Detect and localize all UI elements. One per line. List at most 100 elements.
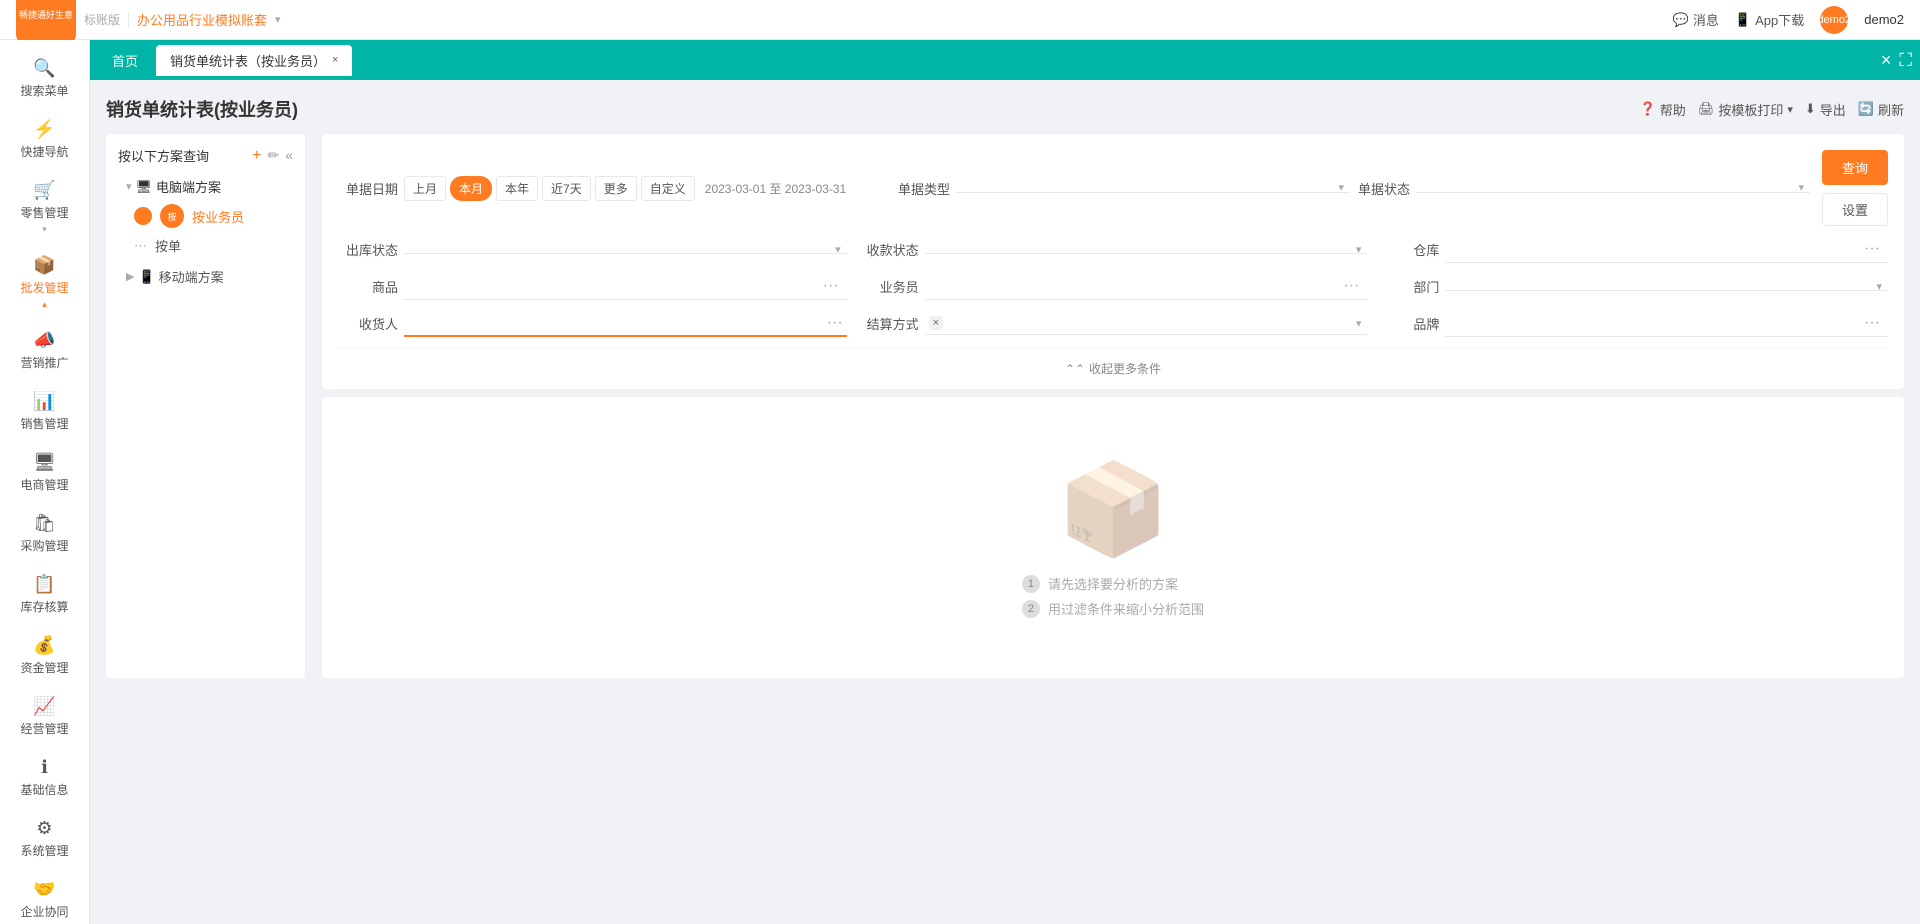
tab-home[interactable]: 首页 (98, 45, 152, 76)
sidebar-item-system[interactable]: ⚙ 系统管理 (0, 808, 89, 869)
date-btn-custom[interactable]: 自定义 (641, 176, 695, 201)
refresh-button[interactable]: 🔄 刷新 (1858, 100, 1904, 119)
tree-child-by-staff[interactable]: 按 按业务员 (118, 200, 285, 232)
settlement-select[interactable]: × ▾ (925, 312, 1368, 335)
help-icon: ❓ (1640, 101, 1656, 117)
collapse-button[interactable]: ⌃⌃ 收起更多条件 (1065, 356, 1161, 381)
doc-status-select[interactable]: ▾ (1416, 184, 1810, 193)
filter-row-1: 单据日期 上月 本月 本年 近7天 更多 自定义 (338, 150, 1888, 226)
scheme-collapse-button[interactable]: « (285, 147, 293, 165)
date-filter: 单据日期 上月 本月 本年 近7天 更多 自定义 (338, 176, 890, 201)
brand-dots[interactable]: ··· (1864, 314, 1880, 332)
dept-filter: 部门 ▾ (1379, 277, 1888, 296)
sidebar-item-finance[interactable]: 💰 资金管理 (0, 625, 89, 686)
doc-type-label: 单据类型 (890, 179, 950, 198)
print-dropdown-icon[interactable]: ▾ (1787, 103, 1793, 116)
sidebar-item-ecommerce[interactable]: 🖥 电商管理 (0, 442, 89, 503)
date-label: 单据日期 (338, 179, 398, 198)
sidebar-item-retail[interactable]: 🛒 零售管理 ▾ (0, 170, 89, 245)
sidebar-item-inventory[interactable]: 📋 库存核算 (0, 564, 89, 625)
tree-child-by-order[interactable]: ⋯ 按单 (118, 232, 285, 259)
content-area: 首页 销货单统计表（按业务员） × × ⛶ 销货单统计表(按业务员) (90, 40, 1920, 924)
sidebar-item-wholesale[interactable]: 📦 批发管理 ▴ (0, 245, 89, 320)
dept-select[interactable]: ▾ (1445, 282, 1888, 291)
app-download-icon: 📱 (1735, 12, 1751, 28)
staff-label: 业务员 (859, 277, 919, 296)
nav-dropdown-arrow[interactable]: ▾ (275, 13, 281, 26)
sidebar-search[interactable]: 🔍 搜索菜单 (0, 48, 89, 109)
receipt-status-select[interactable]: ▾ (925, 245, 1368, 254)
tab-active[interactable]: 销货单统计表（按业务员） × (156, 45, 352, 76)
settlement-label: 结算方式 (859, 314, 919, 333)
sidebar-item-basic[interactable]: ℹ 基础信息 (0, 747, 89, 808)
settlement-filter: 结算方式 × ▾ (859, 312, 1368, 335)
dept-label: 部门 (1379, 277, 1439, 296)
brand-filter: 品牌 ··· (1379, 310, 1888, 337)
scheme-tree: ▾ 🖥 电脑端方案 按 按业务员 ⋯ (118, 173, 293, 290)
main-panel: 按以下方案查询 + ✏ « ▾ 🖥 (106, 134, 1904, 678)
tab-bar-actions: × ⛶ (1881, 50, 1912, 71)
quick-nav-icon: ⚡ (33, 119, 55, 140)
receipt-status-label: 收款状态 (859, 240, 919, 259)
right-panel: 单据日期 上月 本月 本年 近7天 更多 自定义 (322, 134, 1904, 678)
scheme-edit-button[interactable]: ✏ (267, 147, 279, 165)
consignee-input[interactable]: ··· (404, 311, 847, 337)
tree-node-mobile[interactable]: ▶ 📱 移动端方案 (118, 263, 285, 290)
sidebar-quick-nav[interactable]: ⚡ 快捷导航 (0, 109, 89, 170)
sidebar-item-purchase[interactable]: 🛍 采购管理 (0, 503, 89, 564)
staff-filter: 业务员 ··· (859, 273, 1368, 300)
filter-section: 单据日期 上月 本月 本年 近7天 更多 自定义 (322, 134, 1904, 389)
out-status-select[interactable]: ▾ (404, 245, 847, 254)
product-dots[interactable]: ··· (823, 277, 839, 295)
warehouse-dots[interactable]: ··· (1864, 240, 1880, 258)
empty-state: 📦 1 请先选择要分析的方案 2 用过滤条件来缩小分析范围 (322, 397, 1904, 678)
app-logo: 畅捷通好生意 (16, 0, 76, 46)
date-btn-last-month[interactable]: 上月 (404, 176, 446, 201)
empty-icon: 📦 (1057, 457, 1169, 562)
mobile-scheme-icon: 📱 (138, 269, 154, 285)
doc-type-select[interactable]: ▾ (956, 184, 1350, 193)
result-area: 📦 1 请先选择要分析的方案 2 用过滤条件来缩小分析范围 (322, 397, 1904, 678)
tab-minimize-button[interactable]: × (1881, 50, 1892, 71)
date-btn-this-year[interactable]: 本年 (496, 176, 538, 201)
sidebar-item-marketing[interactable]: 📣 营销推广 (0, 320, 89, 381)
app-download-button[interactable]: 📱 App下载 (1735, 10, 1804, 29)
app-nav-label[interactable]: 办公用品行业模拟账套 (137, 10, 267, 29)
settings-button[interactable]: 设置 (1822, 193, 1888, 226)
staff-select[interactable]: ··· (925, 273, 1368, 300)
sidebar-item-operation[interactable]: 📈 经营管理 (0, 686, 89, 747)
filter-row-4: 收货人 ··· 结算方式 × (338, 310, 1888, 337)
date-btn-this-month[interactable]: 本月 (450, 176, 492, 201)
warehouse-label: 仓库 (1379, 240, 1439, 259)
collapse-icon: ⌃⌃ (1065, 362, 1085, 376)
query-button[interactable]: 查询 (1822, 150, 1888, 185)
date-btn-more[interactable]: 更多 (595, 176, 637, 201)
tab-maximize-button[interactable]: ⛶ (1899, 50, 1912, 71)
staff-dots[interactable]: ··· (1343, 277, 1359, 295)
page-actions: ❓ 帮助 🖨 按模板打印 ▾ ⬇ 导出 🔄 (1640, 100, 1904, 119)
print-button[interactable]: 🖨 按模板打印 ▾ (1698, 100, 1793, 119)
tab-close-button[interactable]: × (332, 54, 338, 66)
page-title: 销货单统计表(按业务员) (106, 96, 298, 122)
brand-select[interactable]: ··· (1445, 310, 1888, 337)
filter-row-2: 出库状态 ▾ 收款状态 (338, 236, 1888, 263)
scheme-add-button[interactable]: + (252, 147, 261, 165)
avatar[interactable]: demo2 (1820, 6, 1848, 34)
date-btn-7days[interactable]: 近7天 (542, 176, 591, 201)
print-icon: 🖨 (1698, 101, 1715, 117)
consignee-dots[interactable]: ··· (827, 314, 843, 332)
message-button[interactable]: 💬 消息 (1673, 10, 1719, 29)
username-label[interactable]: demo2 (1864, 12, 1904, 27)
sidebar-item-enterprise[interactable]: 🤝 企业协同 (0, 869, 89, 924)
warehouse-select[interactable]: ··· (1445, 236, 1888, 263)
tree-node-pc[interactable]: ▾ 🖥 电脑端方案 (118, 173, 285, 200)
settlement-tag-close[interactable]: × (929, 316, 943, 330)
sidebar: 🔍 搜索菜单 ⚡ 快捷导航 🛒 零售管理 ▾ 📦 批发管理 ▴ 📣 营销推广 (0, 40, 90, 924)
top-bar-right: 💬 消息 📱 App下载 demo2 demo2 (1673, 6, 1904, 34)
product-select[interactable]: ··· (404, 273, 847, 300)
help-button[interactable]: ❓ 帮助 (1640, 100, 1686, 119)
export-icon: ⬇ (1805, 101, 1816, 117)
sidebar-item-sales[interactable]: 📊 销售管理 (0, 381, 89, 442)
export-button[interactable]: ⬇ 导出 (1805, 100, 1846, 119)
by-order-icon: ⋯ (134, 238, 147, 254)
